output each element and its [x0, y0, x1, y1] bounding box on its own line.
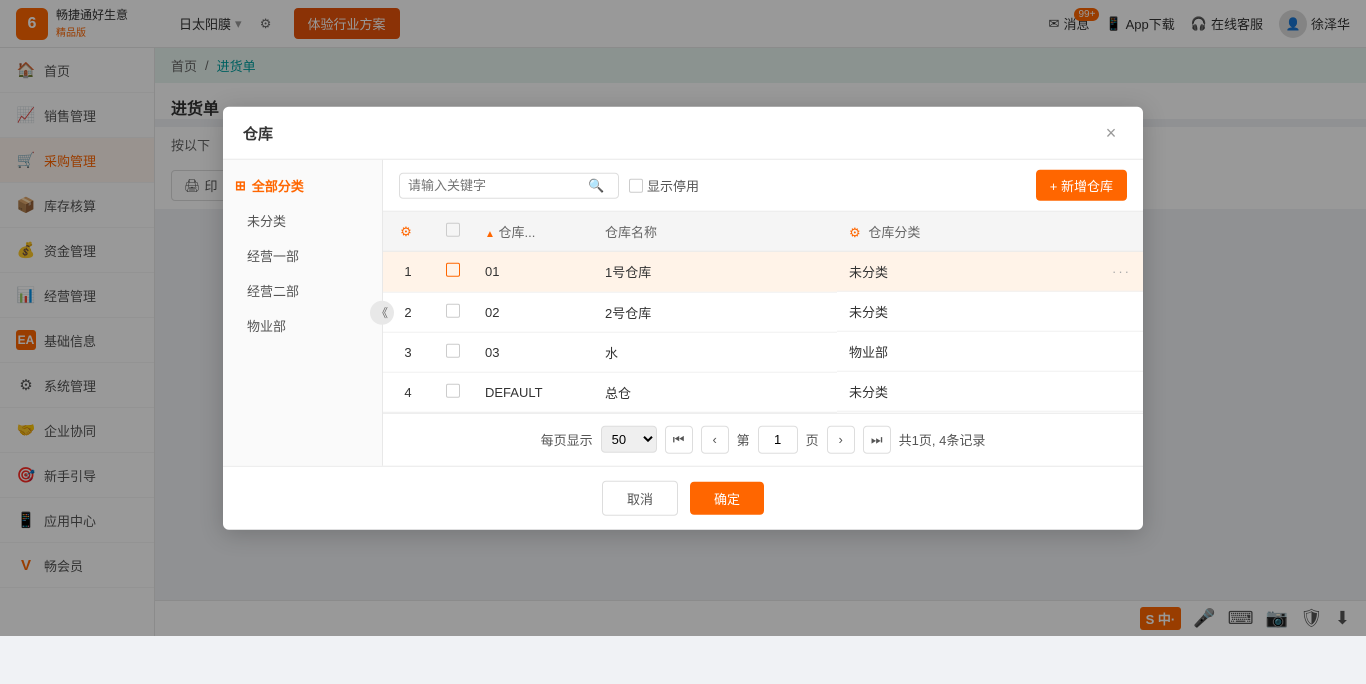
per-page-select[interactable]: 50 100 200: [601, 426, 657, 453]
grid-icon: ⊞: [235, 177, 246, 193]
row-actions[interactable]: ···: [1112, 264, 1131, 279]
sort-category-icon: ⚙: [849, 225, 861, 240]
add-warehouse-button[interactable]: + 新增仓库: [1036, 170, 1127, 201]
page-prev-button[interactable]: ‹: [701, 425, 729, 453]
cat-item-ops2[interactable]: 经营二部: [223, 273, 382, 308]
th-category: ⚙ 仓库分类: [837, 212, 1143, 252]
show-disabled-label: 显示停用: [647, 176, 699, 195]
row-name: 2号仓库: [593, 292, 837, 332]
table-row[interactable]: 4 DEFAULT 总仓 未分类: [383, 372, 1143, 412]
row-category: 未分类···: [837, 252, 1143, 292]
row-num: 1: [383, 251, 433, 292]
sort-icon: ▲: [485, 229, 495, 240]
row-code: 03: [473, 332, 593, 372]
row-category: 未分类: [837, 372, 1143, 412]
show-disabled-checkbox[interactable]: [629, 178, 643, 192]
row-name: 1号仓库: [593, 251, 837, 292]
settings-th-icon: ⚙: [400, 223, 412, 238]
th-checkbox: [433, 212, 473, 252]
category-header[interactable]: ⊞ 全部分类: [223, 168, 382, 203]
row-checkbox[interactable]: [433, 332, 473, 372]
page-label: 页: [806, 430, 819, 449]
row-code: 01: [473, 251, 593, 292]
category-panel: ⊞ 全部分类 《 未分类 经营一部 经营二部 物业部: [223, 160, 383, 466]
show-disabled-toggle[interactable]: 显示停用: [629, 176, 699, 195]
select-all-checkbox[interactable]: [446, 223, 460, 237]
per-page-label: 每页显示: [541, 430, 593, 449]
row-category: 未分类: [837, 292, 1143, 332]
cat-item-property[interactable]: 物业部: [223, 308, 382, 343]
modal-footer: 取消 确定: [223, 465, 1143, 529]
table-row[interactable]: 3 03 水 物业部: [383, 332, 1143, 372]
row-name: 水: [593, 332, 837, 372]
row-category: 物业部: [837, 332, 1143, 372]
table-row[interactable]: 2 02 2号仓库 未分类: [383, 292, 1143, 332]
warehouse-modal: 仓库 × ⊞ 全部分类 《 未分类 经营一部 经营二部 物业部: [223, 107, 1143, 530]
pagination: 每页显示 50 100 200 ⏮ ‹ 第 页 › ⏭ 共1页, 4条记录: [383, 412, 1143, 465]
row-num: 4: [383, 372, 433, 412]
modal-body: ⊞ 全部分类 《 未分类 经营一部 经营二部 物业部 🔍: [223, 160, 1143, 466]
table-row[interactable]: 1 01 1号仓库 未分类···: [383, 251, 1143, 292]
page-input[interactable]: [758, 425, 798, 453]
row-checkbox[interactable]: [433, 251, 473, 292]
th-code: ▲ 仓库...: [473, 212, 593, 252]
content-toolbar: 🔍 显示停用 + 新增仓库: [383, 160, 1143, 212]
cat-item-ops1[interactable]: 经营一部: [223, 238, 382, 273]
page-next-button[interactable]: ›: [827, 425, 855, 453]
row-checkbox[interactable]: [433, 292, 473, 332]
search-box: 🔍: [399, 172, 619, 198]
row-num: 3: [383, 332, 433, 372]
total-info: 共1页, 4条记录: [899, 430, 986, 449]
search-input[interactable]: [408, 178, 588, 193]
row-code: DEFAULT: [473, 372, 593, 412]
table-header-row: ⚙ ▲ 仓库... 仓库名称: [383, 212, 1143, 252]
modal-header: 仓库 ×: [223, 107, 1143, 160]
search-icon[interactable]: 🔍: [588, 177, 604, 193]
page-first-button[interactable]: ⏮: [665, 425, 693, 453]
row-name: 总仓: [593, 372, 837, 412]
cat-item-unclassified[interactable]: 未分类: [223, 203, 382, 238]
th-name: 仓库名称: [593, 212, 837, 252]
row-checkbox[interactable]: [433, 372, 473, 412]
content-panel: 🔍 显示停用 + 新增仓库 ⚙: [383, 160, 1143, 466]
category-all-label: 全部分类: [252, 176, 304, 195]
row-code: 02: [473, 292, 593, 332]
cancel-button[interactable]: 取消: [602, 480, 678, 515]
collapse-icon[interactable]: 《: [370, 301, 394, 325]
data-table: ⚙ ▲ 仓库... 仓库名称: [383, 212, 1143, 413]
th-settings: ⚙: [383, 212, 433, 252]
close-icon[interactable]: ×: [1099, 121, 1123, 145]
modal-title: 仓库: [243, 122, 273, 143]
page-label-pre: 第: [737, 430, 750, 449]
confirm-button[interactable]: 确定: [690, 481, 764, 514]
page-last-button[interactable]: ⏭: [863, 425, 891, 453]
